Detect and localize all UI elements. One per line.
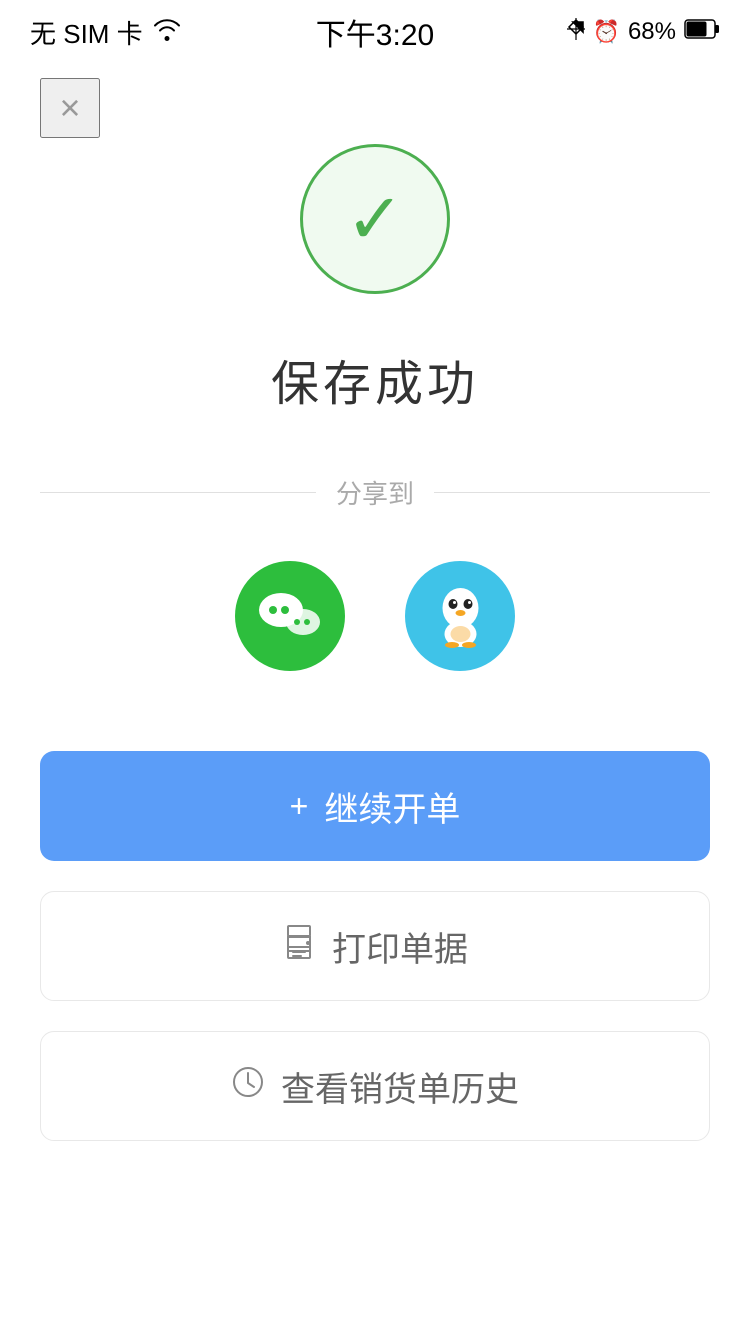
page-content: ✓ 保存成功 分享到 [0, 64, 750, 1141]
divider-left [40, 492, 316, 493]
continue-order-label: 继续开单 [324, 782, 460, 831]
wifi-icon [153, 17, 181, 48]
share-label: 分享到 [336, 474, 414, 511]
close-icon: × [59, 87, 80, 129]
print-label: 打印单据 [332, 922, 468, 971]
share-divider: 分享到 [40, 474, 710, 511]
status-right: ⏰ 68% [567, 18, 720, 47]
continue-order-button[interactable]: + 继续开单 [40, 751, 710, 861]
close-button[interactable]: × [40, 78, 100, 138]
share-area: 分享到 [40, 474, 710, 671]
no-sim-label: 无 SIM 卡 [30, 14, 143, 51]
success-circle: ✓ [300, 144, 450, 294]
status-time: 下午3:20 [316, 10, 434, 54]
wechat-share-button[interactable] [235, 561, 345, 671]
actions-area: + 继续开单 打印单据 [40, 751, 710, 1141]
plus-icon: + [290, 788, 309, 825]
share-icons [235, 561, 515, 671]
history-label: 查看销货单历史 [281, 1062, 519, 1111]
location-icon [567, 18, 585, 47]
battery-icon [684, 18, 720, 46]
status-left: 无 SIM 卡 [30, 14, 181, 51]
status-bar: 无 SIM 卡 下午3:20 ⏰ 68% [0, 0, 750, 64]
print-button[interactable]: 打印单据 [40, 891, 710, 1001]
history-button[interactable]: 查看销货单历史 [40, 1031, 710, 1141]
success-title: 保存成功 [271, 344, 479, 414]
printer-icon [282, 925, 316, 968]
divider-right [434, 492, 710, 493]
clock-icon [231, 1065, 265, 1108]
alarm-icon: ⏰ [593, 19, 620, 45]
wechat-icon [255, 586, 325, 646]
checkmark-icon: ✓ [346, 184, 405, 254]
qq-share-button[interactable] [405, 561, 515, 671]
qq-icon [433, 584, 488, 649]
battery-percentage: 68% [628, 18, 676, 46]
success-area: ✓ 保存成功 [271, 144, 479, 414]
